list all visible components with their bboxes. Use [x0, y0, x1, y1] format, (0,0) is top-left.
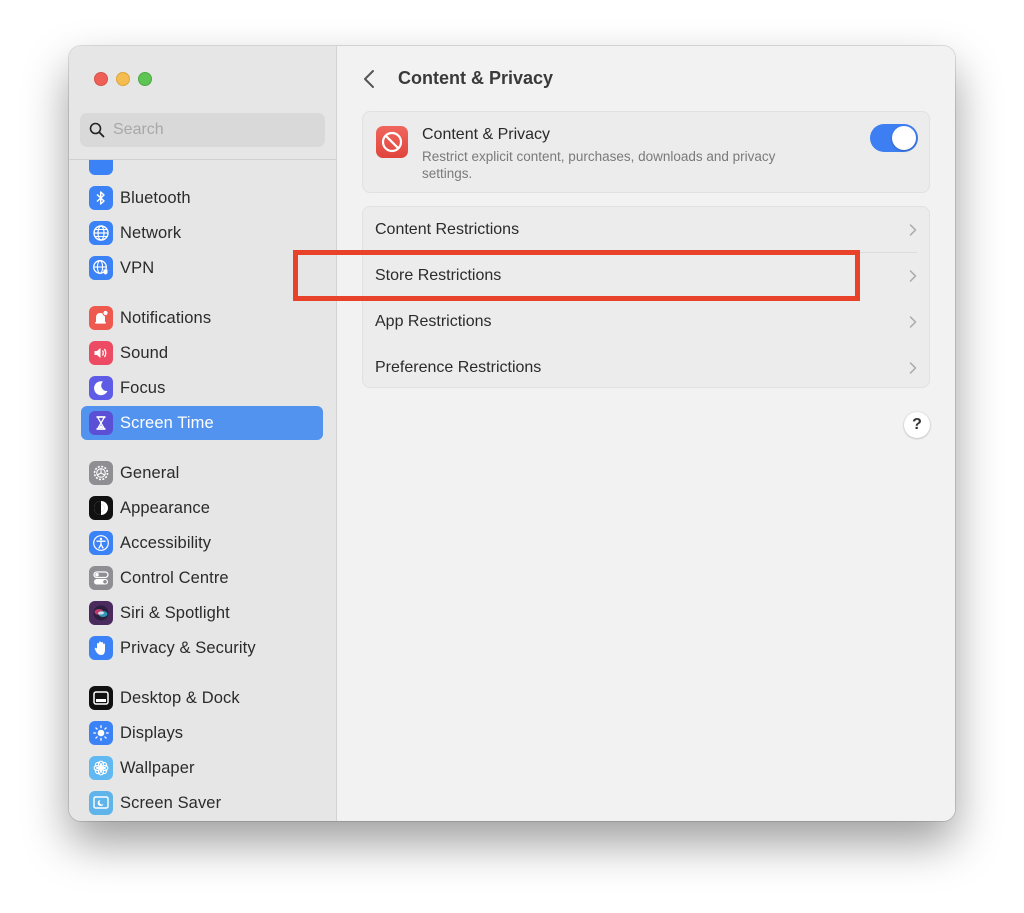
appearance-icon — [89, 496, 113, 520]
gear-icon — [89, 461, 113, 485]
sidebar-item-desktop-and-dock[interactable]: Desktop & Dock — [81, 681, 323, 715]
sidebar-item-label: Displays — [120, 723, 184, 742]
row-label: Store Restrictions — [375, 267, 502, 284]
hourglass-icon — [89, 411, 113, 435]
row-label: App Restrictions — [375, 313, 492, 330]
sidebar-item-control-centre[interactable]: Control Centre — [81, 561, 323, 595]
vpn-globe-shield-icon — [89, 256, 113, 280]
bell-icon — [89, 306, 113, 330]
sidebar-item-label: Siri & Spotlight — [120, 603, 230, 622]
settings-window: Bluetooth Network VPN Notifications Sound Foc… — [69, 46, 955, 821]
dock-icon — [89, 686, 113, 710]
content-privacy-description: Restrict explicit content, purchases, do… — [422, 149, 776, 181]
sidebar-item-label: Wallpaper — [120, 758, 195, 777]
row-preference-restrictions[interactable]: Preference Restrictions — [363, 345, 929, 391]
sidebar-item-bluetooth[interactable]: Bluetooth — [81, 181, 323, 215]
sidebar-item-label: Focus — [120, 378, 166, 397]
sidebar-item-privacy-and-security[interactable]: Privacy & Security — [81, 631, 323, 665]
sidebar-item-displays[interactable]: Displays — [81, 716, 323, 750]
app-icon — [89, 160, 113, 175]
search-field[interactable] — [80, 113, 325, 147]
sidebar-item-label: Bluetooth — [120, 188, 191, 207]
traffic-lights — [94, 72, 152, 86]
sidebar-item-screen-time[interactable]: Screen Time — [81, 406, 323, 440]
close-window-button[interactable] — [94, 72, 108, 86]
help-button[interactable]: ? — [904, 412, 930, 438]
sidebar-item-label: General — [120, 463, 180, 482]
row-content-restrictions[interactable]: Content Restrictions — [363, 207, 929, 253]
bluetooth-icon — [89, 186, 113, 210]
sidebar-item-label: Accessibility — [120, 533, 212, 552]
restricted-icon — [376, 126, 408, 158]
sidebar-item-general[interactable]: General — [81, 456, 323, 490]
minimize-window-button[interactable] — [116, 72, 130, 86]
chevron-right-icon — [909, 224, 917, 236]
chevron-right-icon — [909, 270, 917, 282]
back-button[interactable] — [361, 68, 379, 90]
sidebar-item-label: Appearance — [120, 498, 210, 517]
sidebar-item-siri-and-spotlight[interactable]: Siri & Spotlight — [81, 596, 323, 630]
siri-icon — [89, 601, 113, 625]
sidebar-item-label: Screen Saver — [120, 793, 222, 812]
sidebar-item-notifications[interactable]: Notifications — [81, 301, 323, 335]
sidebar-item-accessibility[interactable]: Accessibility — [81, 526, 323, 560]
row-label: Preference Restrictions — [375, 359, 542, 376]
toggles-icon — [89, 566, 113, 590]
accessibility-icon — [89, 531, 113, 555]
sidebar-item-label: VPN — [120, 258, 155, 277]
sidebar-item-label: Notifications — [120, 308, 212, 327]
sidebar-item-label: Network — [120, 223, 182, 242]
speaker-icon — [89, 341, 113, 365]
search-icon — [89, 122, 105, 138]
hand-icon — [89, 636, 113, 660]
content-privacy-card: Content & Privacy Restrict explicit cont… — [362, 111, 930, 193]
content-privacy-title: Content & Privacy — [422, 126, 551, 143]
restrictions-list: Content Restrictions Store Restrictions Ap… — [362, 206, 930, 388]
sidebar-item-partial[interactable] — [81, 160, 323, 180]
row-store-restrictions[interactable]: Store Restrictions — [363, 253, 929, 299]
sidebar-item-sound[interactable]: Sound — [81, 336, 323, 370]
content-pane: Content & Privacy Content & Privacy Rest… — [337, 46, 955, 821]
chevron-right-icon — [909, 362, 917, 374]
sidebar-item-vpn[interactable]: VPN — [81, 251, 323, 285]
sidebar-item-network[interactable]: Network — [81, 216, 323, 250]
page-title: Content & Privacy — [398, 68, 554, 88]
sidebar-item-label: Control Centre — [120, 568, 229, 587]
globe-icon — [89, 221, 113, 245]
toggle-knob — [892, 126, 916, 150]
chevron-right-icon — [909, 316, 917, 328]
sidebar-item-label: Privacy & Security — [120, 638, 256, 657]
sidebar-item-label: Sound — [120, 343, 169, 362]
sidebar: Bluetooth Network VPN Notifications Sound Foc… — [69, 46, 337, 821]
sidebar-item-wallpaper[interactable]: Wallpaper — [81, 751, 323, 785]
sidebar-item-appearance[interactable]: Appearance — [81, 491, 323, 525]
sidebar-list[interactable]: Bluetooth Network VPN Notifications Sound Foc… — [69, 160, 337, 821]
sun-icon — [89, 721, 113, 745]
flower-icon — [89, 756, 113, 780]
sidebar-item-label: Desktop & Dock — [120, 688, 240, 707]
search-input[interactable] — [113, 121, 313, 139]
sidebar-item-label: Screen Time — [120, 413, 214, 432]
sidebar-item-screen-saver[interactable]: Screen Saver — [81, 786, 323, 820]
row-label: Content Restrictions — [375, 221, 520, 238]
sidebar-item-focus[interactable]: Focus — [81, 371, 323, 405]
row-app-restrictions[interactable]: App Restrictions — [363, 299, 929, 345]
content-privacy-toggle[interactable] — [870, 124, 918, 152]
zoom-window-button[interactable] — [138, 72, 152, 86]
moon-icon — [89, 376, 113, 400]
screensaver-icon — [89, 791, 113, 815]
